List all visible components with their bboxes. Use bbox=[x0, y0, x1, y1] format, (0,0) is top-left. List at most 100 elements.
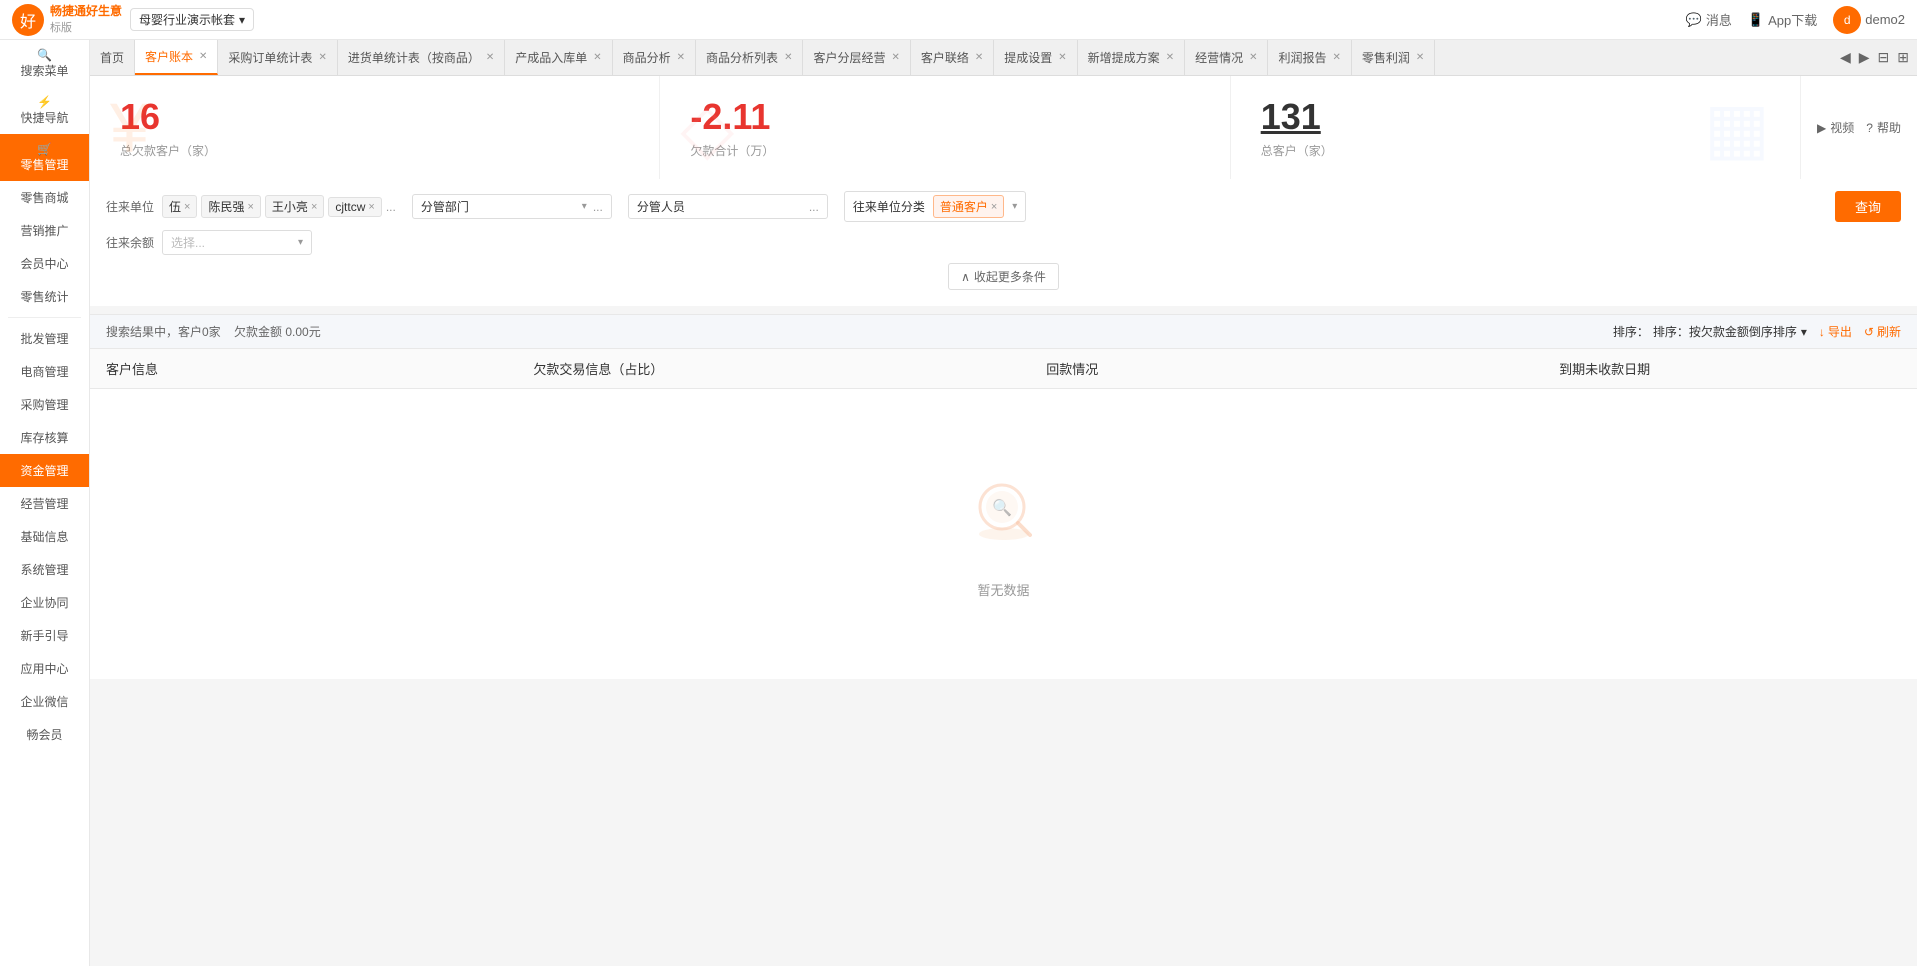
sidebar-item-quicknav[interactable]: ⚡ 快捷导航 bbox=[0, 87, 89, 134]
empty-text: 暂无数据 bbox=[977, 580, 1029, 599]
close-icon[interactable]: ✕ bbox=[1058, 52, 1066, 63]
filter-tag-wang: 王小亮 × bbox=[265, 195, 324, 218]
tab-purchase-order[interactable]: 采购订单统计表 ✕ bbox=[218, 40, 337, 75]
tab-purchase-stats-label: 进货单统计表（按商品） bbox=[348, 49, 480, 66]
tab-goods-analysis[interactable]: 商品分析 ✕ bbox=[613, 40, 696, 75]
sidebar-item-search[interactable]: 🔍 搜索菜单 bbox=[0, 40, 89, 87]
logo-area: 好 畅捷通好生意 标版 bbox=[12, 4, 122, 36]
sidebar-item-system[interactable]: 系统管理 bbox=[0, 553, 89, 586]
data-table: 客户信息 欠款交易信息（占比） 回款情况 到期未收款日期 🔍 bbox=[90, 349, 1917, 679]
filter-tag-wang-text: 王小亮 bbox=[272, 198, 308, 215]
sidebar-item-newbie[interactable]: 新手引导 bbox=[0, 619, 89, 652]
refresh-button[interactable]: ↺ 刷新 bbox=[1864, 323, 1901, 340]
close-icon[interactable]: ✕ bbox=[891, 52, 899, 63]
filter-person-more[interactable]: ... bbox=[809, 200, 819, 214]
tab-customer-contact[interactable]: 客户联络 ✕ bbox=[911, 40, 994, 75]
tab-commission-settings[interactable]: 提成设置 ✕ bbox=[994, 40, 1077, 75]
help-button[interactable]: ? 帮助 bbox=[1866, 119, 1901, 136]
filter-dept-more[interactable]: ... bbox=[593, 200, 603, 214]
tab-scroll-left-icon[interactable]: ◀ bbox=[1840, 49, 1851, 66]
filter-balance-select[interactable]: 选择... ▾ bbox=[162, 230, 312, 255]
filter-person-select[interactable]: 分管人员 ... bbox=[628, 194, 828, 219]
filter-dept-label: 分管部门 bbox=[421, 198, 469, 215]
messages-label: 消息 bbox=[1706, 10, 1732, 29]
sidebar-item-operations[interactable]: 经营管理 bbox=[0, 487, 89, 520]
tab-customer-tier[interactable]: 客户分层经营 ✕ bbox=[803, 40, 910, 75]
sidebar-item-collaboration[interactable]: 企业协同 bbox=[0, 586, 89, 619]
close-icon[interactable]: ✕ bbox=[199, 51, 207, 62]
sidebar-operations-label: 经营管理 bbox=[0, 495, 89, 512]
sidebar-item-app-center[interactable]: 应用中心 bbox=[0, 652, 89, 685]
close-icon[interactable]: ✕ bbox=[593, 52, 601, 63]
video-help-button[interactable]: ▶ 视频 bbox=[1817, 119, 1854, 136]
chevron-up-icon: ∧ bbox=[961, 270, 970, 284]
chevron-down-icon-3: ▾ bbox=[298, 237, 303, 248]
close-icon[interactable]: ✕ bbox=[1333, 52, 1341, 63]
sidebar-item-retail-shop[interactable]: 零售商城 bbox=[0, 181, 89, 214]
page-content: ¥ 16 总欠款客户（家） ◇ -2.11 欠款合计（万） ▦ 131 总客户（… bbox=[90, 76, 1917, 966]
filter-tag-wang-close[interactable]: × bbox=[311, 201, 317, 213]
tab-scroll-right-icon[interactable]: ▶ bbox=[1859, 49, 1870, 66]
search-icon: 🔍 bbox=[0, 48, 89, 62]
filter-row-1: 往来单位 伍 × 陈民强 × 王小亮 × bbox=[106, 191, 1901, 222]
sidebar-item-ecommerce[interactable]: 电商管理 bbox=[0, 355, 89, 388]
top-bar-left: 好 畅捷通好生意 标版 母婴行业演示帐套 ▾ bbox=[12, 4, 254, 36]
close-icon[interactable]: ✕ bbox=[677, 52, 685, 63]
filter-normal-customer-text: 普通客户 bbox=[940, 198, 988, 215]
filter-more-units[interactable]: ... bbox=[386, 200, 396, 214]
tab-customer-tier-label: 客户分层经营 bbox=[813, 49, 885, 66]
tab-retail-profit[interactable]: 零售利润 ✕ bbox=[1352, 40, 1435, 75]
tab-production[interactable]: 产成品入库单 ✕ bbox=[505, 40, 612, 75]
tab-customer-ledger[interactable]: 客户账本 ✕ bbox=[135, 40, 218, 75]
query-button[interactable]: 查询 bbox=[1835, 191, 1901, 222]
messages-button[interactable]: 💬 消息 bbox=[1686, 10, 1732, 29]
tab-purchase-stats[interactable]: 进货单统计表（按商品） ✕ bbox=[338, 40, 505, 75]
close-icon[interactable]: ✕ bbox=[1416, 52, 1424, 63]
filter-tag-wu-close[interactable]: × bbox=[184, 201, 190, 213]
tab-business-status[interactable]: 经营情况 ✕ bbox=[1185, 40, 1268, 75]
sidebar-basic-info-label: 基础信息 bbox=[0, 528, 89, 545]
app-download-button[interactable]: 📱 App下载 bbox=[1748, 10, 1817, 29]
sidebar-item-members[interactable]: 会员中心 bbox=[0, 247, 89, 280]
sidebar-item-basic-info[interactable]: 基础信息 bbox=[0, 520, 89, 553]
export-button[interactable]: ↓ 导出 bbox=[1819, 323, 1852, 340]
sidebar-item-retail[interactable]: 🛒 零售管理 bbox=[0, 134, 89, 181]
sidebar-item-retail-stats[interactable]: 零售统计 bbox=[0, 280, 89, 313]
sidebar-item-purchasing[interactable]: 采购管理 bbox=[0, 388, 89, 421]
collapse-button[interactable]: ∧ 收起更多条件 bbox=[948, 263, 1059, 290]
sidebar-collaboration-label: 企业协同 bbox=[0, 594, 89, 611]
sidebar-item-vip[interactable]: 畅会员 bbox=[0, 718, 89, 751]
account-selector[interactable]: 母婴行业演示帐套 ▾ bbox=[130, 8, 254, 31]
tab-home[interactable]: 首页 bbox=[90, 40, 135, 75]
user-menu[interactable]: d demo2 bbox=[1833, 6, 1905, 34]
close-icon[interactable]: ✕ bbox=[318, 52, 326, 63]
sidebar-item-marketing[interactable]: 营销推广 bbox=[0, 214, 89, 247]
close-icon[interactable]: ✕ bbox=[784, 52, 792, 63]
tab-minimize-icon[interactable]: ⊟ bbox=[1878, 49, 1890, 66]
sort-select[interactable]: 排序： 排序：按欠款金额倒序排序 ▾ bbox=[1613, 323, 1807, 340]
sidebar-item-wholesale[interactable]: 批发管理 bbox=[0, 322, 89, 355]
logo-text-group: 畅捷通好生意 标版 bbox=[50, 4, 122, 34]
chevron-down-icon-2: ▾ bbox=[1012, 201, 1017, 212]
filter-person-label: 分管人员 bbox=[637, 198, 685, 215]
tab-expand-icon[interactable]: ⊞ bbox=[1897, 49, 1909, 66]
tab-profit-report[interactable]: 利润报告 ✕ bbox=[1268, 40, 1351, 75]
export-icon: ↓ bbox=[1819, 325, 1825, 339]
sidebar-item-finance[interactable]: 资金管理 bbox=[0, 454, 89, 487]
sidebar-item-wechat[interactable]: 企业微信 bbox=[0, 685, 89, 718]
filter-tag-chen-close[interactable]: × bbox=[247, 201, 253, 213]
filter-unit-class-select[interactable]: 往来单位分类 普通客户 × ▾ bbox=[844, 191, 1027, 222]
sidebar-item-inventory[interactable]: 库存核算 bbox=[0, 421, 89, 454]
close-icon[interactable]: ✕ bbox=[1249, 52, 1257, 63]
close-icon[interactable]: ✕ bbox=[975, 52, 983, 63]
col-header-payment: 回款情况 bbox=[1046, 359, 1559, 378]
tab-new-commission[interactable]: 新增提成方案 ✕ bbox=[1078, 40, 1185, 75]
tab-goods-analysis-list[interactable]: 商品分析列表 ✕ bbox=[696, 40, 803, 75]
tab-goods-analysis-label: 商品分析 bbox=[623, 49, 671, 66]
close-icon[interactable]: ✕ bbox=[1166, 52, 1174, 63]
close-icon[interactable]: ✕ bbox=[486, 52, 494, 63]
filter-dept-select[interactable]: 分管部门 ▾ ... bbox=[412, 194, 612, 219]
filter-tag-cjttcw-close[interactable]: × bbox=[368, 201, 374, 213]
filter-normal-customer-close[interactable]: × bbox=[991, 201, 997, 213]
username: demo2 bbox=[1865, 12, 1905, 27]
